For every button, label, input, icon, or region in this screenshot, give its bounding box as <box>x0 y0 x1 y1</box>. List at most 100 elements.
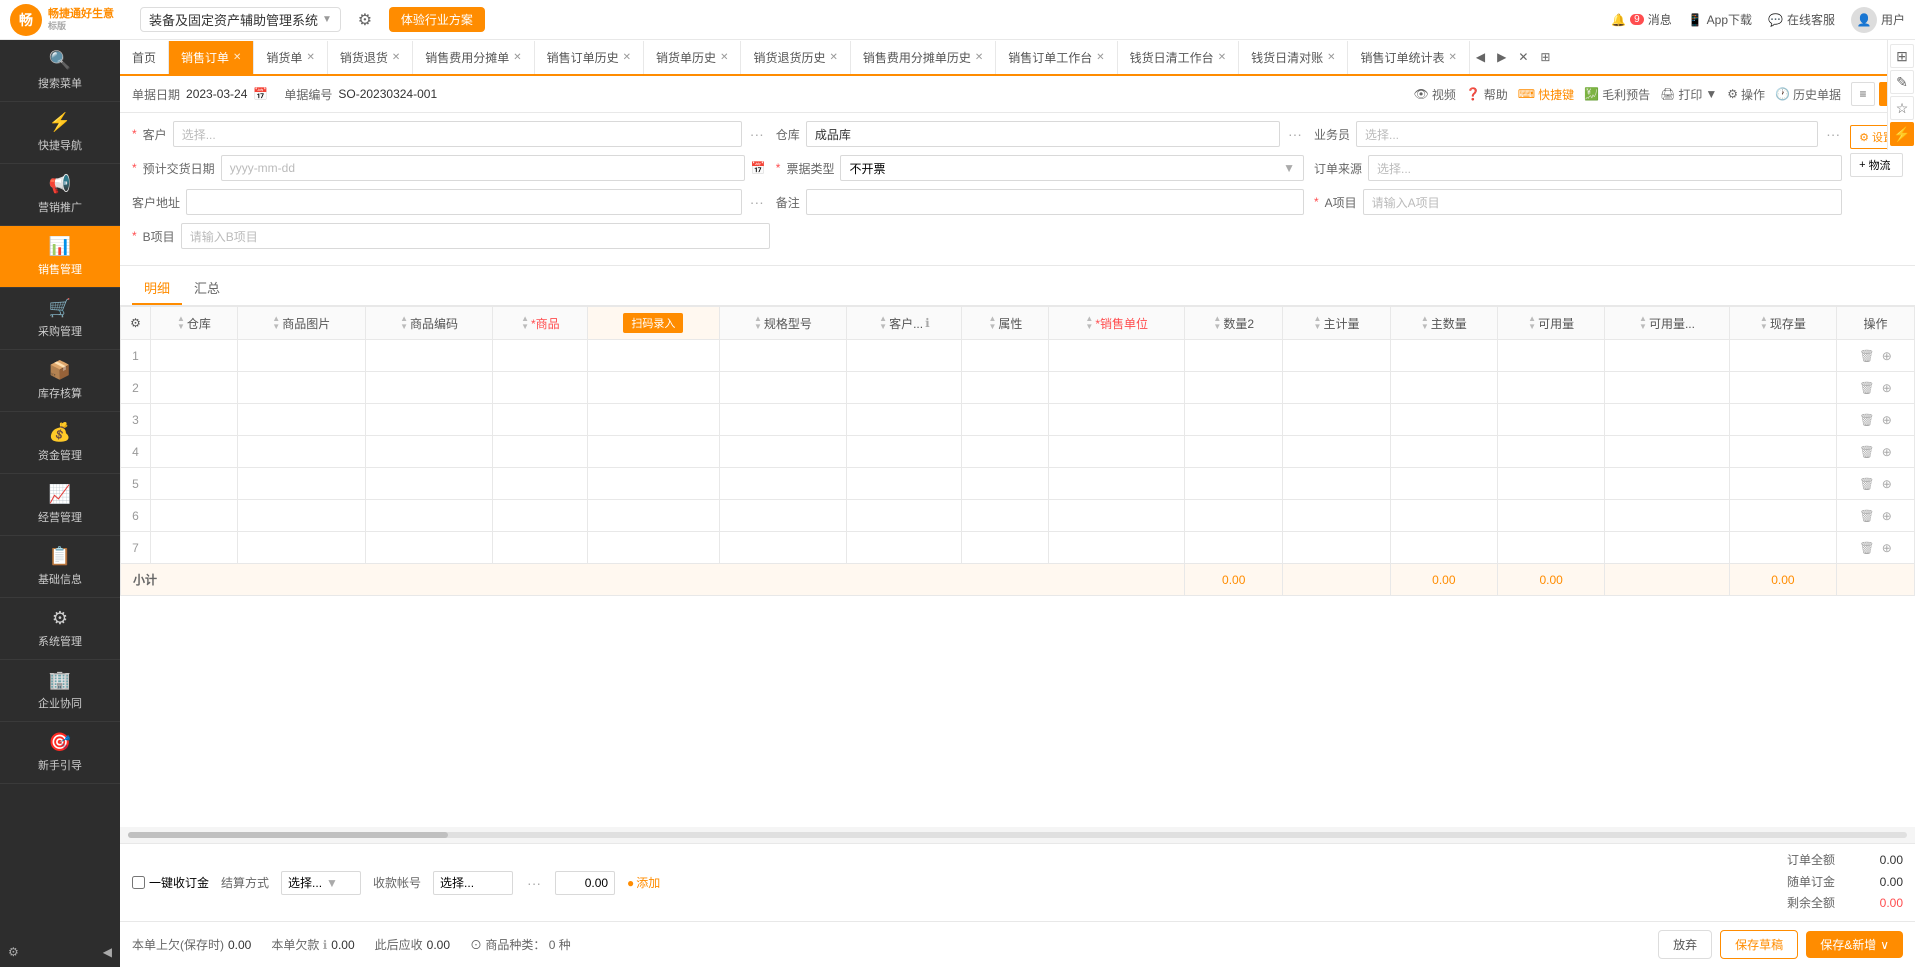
row-copy-icon-2[interactable]: ⊕ <box>1882 381 1892 395</box>
sidebar-item-enterprise[interactable]: 🏢 企业协同 <box>0 660 120 722</box>
help-link[interactable]: ❓ 帮助 <box>1466 86 1508 103</box>
customer-expand-icon[interactable]: ··· <box>748 126 766 142</box>
row-available-4[interactable] <box>1497 436 1604 468</box>
add-logistics-button[interactable]: + 物流 <box>1850 153 1903 177</box>
sidebar-item-quick-nav[interactable]: ⚡ 快捷导航 <box>0 102 120 164</box>
tab-return-goods-history[interactable]: 销货退货历史 ✕ <box>741 41 850 74</box>
row-main-unit-7[interactable] <box>1283 532 1390 564</box>
tab-sales-return-history[interactable]: 销货单历史 ✕ <box>644 41 741 74</box>
customer-address-input[interactable] <box>186 189 742 215</box>
list-view-btn[interactable]: ≡ <box>1851 82 1875 106</box>
row-available-3[interactable] <box>1497 404 1604 436</box>
b-project-input[interactable]: 请输入B项目 <box>181 223 770 249</box>
sidebar-item-search[interactable]: 🔍 搜索菜单 <box>0 40 120 102</box>
sidebar-item-purchase[interactable]: 🛒 采购管理 <box>0 288 120 350</box>
row-spec-4[interactable] <box>719 436 847 468</box>
tab-sales-order-history[interactable]: 销售订单历史 ✕ <box>535 41 644 74</box>
tab-sales-goods-return-close[interactable]: ✕ <box>392 52 400 63</box>
tab-next-btn[interactable]: ▶ <box>1491 42 1512 72</box>
row-image-2[interactable] <box>237 372 365 404</box>
trial-button[interactable]: 体验行业方案 <box>389 7 485 32</box>
row-available2-6[interactable] <box>1605 500 1729 532</box>
row-main-unit-6[interactable] <box>1283 500 1390 532</box>
row-qty2-1[interactable] <box>1185 340 1283 372</box>
row-image-7[interactable] <box>237 532 365 564</box>
row-warehouse-3[interactable] <box>151 404 238 436</box>
row-stock-1[interactable] <box>1729 340 1836 372</box>
row-sales-unit-2[interactable] <box>1049 372 1185 404</box>
th-customer-code[interactable]: ▲▼ 客户... ℹ <box>847 307 962 340</box>
warehouse-expand-icon[interactable]: ··· <box>1286 126 1304 142</box>
customer-input[interactable]: 选择... <box>173 121 742 147</box>
row-available-5[interactable] <box>1497 468 1604 500</box>
row-main-unit-4[interactable] <box>1283 436 1390 468</box>
row-qty2-3[interactable] <box>1185 404 1283 436</box>
row-product-1[interactable] <box>493 340 588 372</box>
row-sales-unit-4[interactable] <box>1049 436 1185 468</box>
invoice-type-select[interactable]: 不开票 ▼ <box>840 155 1303 181</box>
note-input[interactable] <box>806 189 1304 215</box>
tab-sales-return-close[interactable]: ✕ <box>306 52 314 63</box>
th-main-qty[interactable]: ▲▼ 主数量 <box>1390 307 1497 340</box>
row-image-5[interactable] <box>237 468 365 500</box>
salesperson-input[interactable]: 选择... <box>1356 121 1818 147</box>
row-customer-code-7[interactable] <box>847 532 962 564</box>
sidebar-item-inventory[interactable]: 📦 库存核算 <box>0 350 120 412</box>
row-spec-7[interactable] <box>719 532 847 564</box>
delivery-date-input[interactable]: yyyy-mm-dd <box>221 155 745 181</box>
system-name-selector[interactable]: 装备及固定资产辅助管理系统 ▼ <box>140 7 341 32</box>
row-spec-3[interactable] <box>719 404 847 436</box>
row-delete-icon-4[interactable]: 🗑 <box>1859 445 1874 459</box>
row-attributes-7[interactable] <box>962 532 1049 564</box>
shortcut-link[interactable]: ⌨ 快捷键 <box>1518 86 1574 103</box>
row-code-4[interactable] <box>365 436 493 468</box>
row-available2-7[interactable] <box>1605 532 1729 564</box>
row-code-3[interactable] <box>365 404 493 436</box>
one-click-checkbox[interactable] <box>132 876 145 889</box>
tab-sales-goods-return[interactable]: 销货退货 ✕ <box>328 41 413 74</box>
print-link[interactable]: 🖨 打印 ▼ <box>1660 86 1717 103</box>
row-available2-4[interactable] <box>1605 436 1729 468</box>
order-source-input[interactable]: 选择... <box>1368 155 1842 181</box>
tab-detail[interactable]: 明细 <box>132 274 182 305</box>
row-sales-unit-5[interactable] <box>1049 468 1185 500</box>
th-available2[interactable]: ▲▼ 可用量... <box>1605 307 1729 340</box>
tab-sales-return[interactable]: 销货单 ✕ <box>254 41 327 74</box>
row-spec-6[interactable] <box>719 500 847 532</box>
tab-fee-history-close[interactable]: ✕ <box>975 52 983 63</box>
row-customer-code-3[interactable] <box>847 404 962 436</box>
row-warehouse-6[interactable] <box>151 500 238 532</box>
row-product-3[interactable] <box>493 404 588 436</box>
th-attributes[interactable]: ▲▼ 属性 <box>962 307 1049 340</box>
tab-fee-history[interactable]: 销售费用分摊单历史 ✕ <box>851 41 996 74</box>
row-code-7[interactable] <box>365 532 493 564</box>
online-service-item[interactable]: 💬 在线客服 <box>1768 11 1835 28</box>
row-attributes-5[interactable] <box>962 468 1049 500</box>
scroll-thumb[interactable] <box>128 832 448 838</box>
row-stock-2[interactable] <box>1729 372 1836 404</box>
tab-cash-day-clear[interactable]: 钱货日清工作台 ✕ <box>1118 41 1239 74</box>
row-available2-1[interactable] <box>1605 340 1729 372</box>
row-warehouse-2[interactable] <box>151 372 238 404</box>
row-stock-6[interactable] <box>1729 500 1836 532</box>
settlement-amount-input[interactable] <box>555 871 615 895</box>
row-stock-4[interactable] <box>1729 436 1836 468</box>
row-delete-icon-7[interactable]: 🗑 <box>1859 541 1874 555</box>
discard-button[interactable]: 放弃 <box>1658 930 1712 959</box>
tab-order-workbench-close[interactable]: ✕ <box>1096 52 1104 63</box>
row-stock-5[interactable] <box>1729 468 1836 500</box>
tab-expand-btn[interactable]: ⊞ <box>1534 42 1556 72</box>
row-code-1[interactable] <box>365 340 493 372</box>
row-attributes-1[interactable] <box>962 340 1049 372</box>
row-image-3[interactable] <box>237 404 365 436</box>
row-main-qty-1[interactable] <box>1390 340 1497 372</box>
row-customer-code-2[interactable] <box>847 372 962 404</box>
app-download-item[interactable]: 📱 App下载 <box>1688 11 1752 28</box>
th-product[interactable]: ▲▼ *商品 <box>493 307 588 340</box>
tab-sales-order-history-close[interactable]: ✕ <box>623 52 631 63</box>
th-main-unit[interactable]: ▲▼ 主计量 <box>1283 307 1390 340</box>
row-image-6[interactable] <box>237 500 365 532</box>
sidebar-item-guide[interactable]: 🎯 新手引导 <box>0 722 120 784</box>
scroll-area[interactable] <box>120 827 1915 843</box>
save-draft-button[interactable]: 保存草稿 <box>1720 930 1798 959</box>
